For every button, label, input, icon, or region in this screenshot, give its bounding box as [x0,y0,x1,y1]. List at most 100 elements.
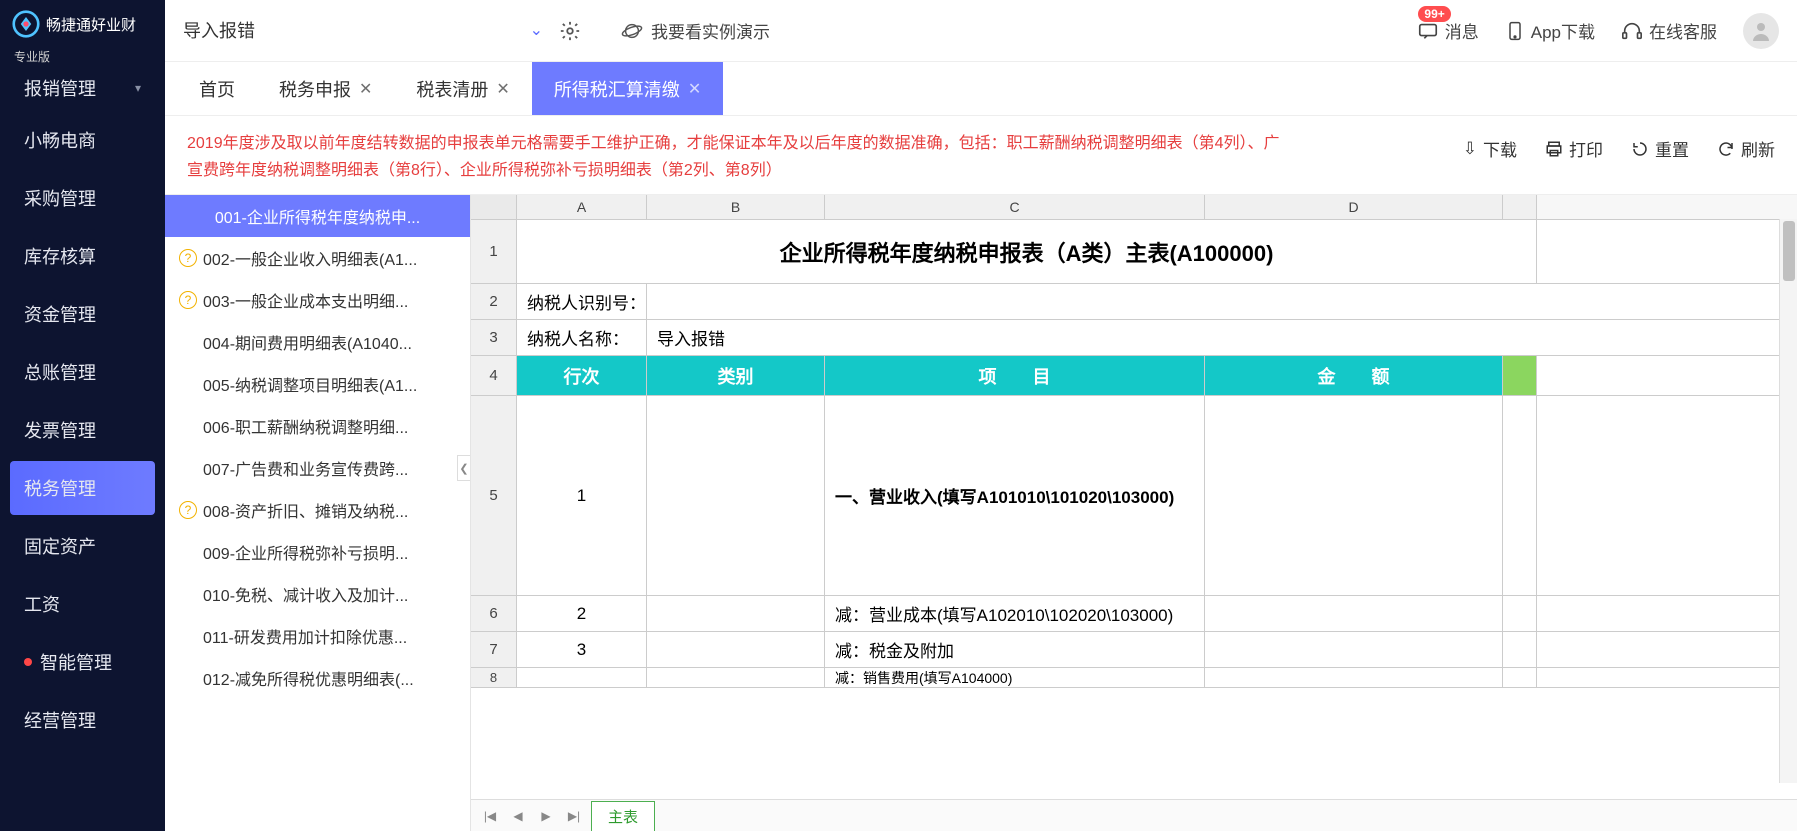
cell-amount-3[interactable] [1205,632,1503,667]
cell-extra-3[interactable] [1503,632,1537,667]
col-header-a[interactable]: A [517,195,647,219]
cell-line-1[interactable]: 1 [517,396,647,595]
row-header-8[interactable]: 8 [471,668,517,687]
cell-extra-1[interactable] [1503,396,1537,595]
close-icon[interactable]: ✕ [496,79,509,99]
cell-taxpayer-name-value[interactable]: 导入报错 [647,320,1797,355]
cell-amount-1[interactable] [1205,396,1503,595]
row-header-2[interactable]: 2 [471,284,517,319]
cell-taxpayer-id-label[interactable]: 纳税人识别号： [517,284,647,319]
reset-button[interactable]: 重置 [1631,136,1689,161]
sheet-tab-main[interactable]: 主表 [591,801,655,831]
cell-item-4[interactable]: 减：销售费用(填写A104000) [825,668,1205,687]
cell-category-merged[interactable] [647,396,825,595]
tab-tax-declare[interactable]: 税务申报✕ [257,62,394,115]
form-item-006[interactable]: 006-职工薪酬纳税调整明细... [165,405,470,447]
cell-taxpayer-name-label[interactable]: 纳税人名称： [517,320,647,355]
th-item: 项 目 [825,356,1205,395]
form-item-009[interactable]: 009-企业所得税弥补亏损明... [165,531,470,573]
warning-icon: ? [179,249,197,267]
row-header-4[interactable]: 4 [471,356,517,395]
select-all-corner[interactable] [471,195,517,219]
col-header-b[interactable]: B [647,195,825,219]
nav-item-salary[interactable]: 工资 [0,575,165,633]
row-header-5[interactable]: 5 [471,396,517,595]
col-header-d[interactable]: D [1205,195,1503,219]
nav-item-purchase[interactable]: 采购管理 [0,169,165,227]
sheet-nav-first[interactable]: |◀ [479,805,501,827]
cell-item-3[interactable]: 减：税金及附加 [825,632,1205,667]
collapse-handle[interactable]: ❮ [457,455,471,481]
download-button[interactable]: ⇩下载 [1463,136,1517,161]
sheet-nav-prev[interactable]: ◀ [507,805,529,827]
th-extra [1503,356,1537,395]
form-item-007[interactable]: 007-广告费和业务宣传费跨... [165,447,470,489]
th-amount: 金 额 [1205,356,1503,395]
gear-icon[interactable] [559,20,581,42]
nav-item-funds[interactable]: 资金管理 [0,285,165,343]
nav-item-inventory[interactable]: 库存核算 [0,227,165,285]
tab-tax-forms[interactable]: 税表清册✕ [394,62,531,115]
sheet-title[interactable]: 企业所得税年度纳税申报表（A类）主表(A100000) [517,220,1537,283]
warning-icon: ? [179,501,197,519]
cell-category-2[interactable] [647,596,825,631]
cell-item-1[interactable]: 一、营业收入(填写A101010\101020\103000) [825,396,1205,595]
cell-taxpayer-id-value[interactable] [647,284,1797,319]
close-icon[interactable]: ✕ [688,79,701,99]
chat-icon [1417,20,1439,42]
avatar[interactable] [1743,13,1779,49]
notice-text: 2019年度涉及取以前年度结转数据的申报表单元格需要手工维护正确，才能保证本年及… [187,130,1287,184]
cell-line-2[interactable]: 2 [517,596,647,631]
close-icon[interactable]: ✕ [359,79,372,99]
refresh-icon [1717,140,1735,158]
th-category: 类别 [647,356,825,395]
form-item-002[interactable]: ?002-一般企业收入明细表(A1... [165,237,470,279]
cell-line-3[interactable]: 3 [517,632,647,667]
cell-amount-2[interactable] [1205,596,1503,631]
tab-income-tax-settle[interactable]: 所得税汇算清缴✕ [532,62,723,115]
nav-item-smart[interactable]: 智能管理 [0,633,165,691]
nav-item-invoice[interactable]: 发票管理 [0,401,165,459]
col-header-c[interactable]: C [825,195,1205,219]
nav-item-tax[interactable]: 税务管理 [10,461,155,515]
customer-service-button[interactable]: 在线客服 [1621,18,1717,43]
form-item-008[interactable]: ?008-资产折旧、摊销及纳税... [165,489,470,531]
nav-item-operation[interactable]: 经营管理 [0,691,165,749]
form-item-004[interactable]: 004-期间费用明细表(A1040... [165,321,470,363]
row-header-1[interactable]: 1 [471,220,517,283]
search-input[interactable]: 导入报错 ⌄ [183,11,543,50]
tab-home[interactable]: 首页 [177,62,257,115]
nav-item-assets[interactable]: 固定资产 [0,517,165,575]
row-header-7[interactable]: 7 [471,632,517,667]
nav-partial-top[interactable]: 报销管理▾ [0,71,165,111]
print-button[interactable]: 打印 [1545,136,1603,161]
vertical-scrollbar[interactable] [1779,219,1797,783]
form-item-010[interactable]: 010-免税、减计收入及加计... [165,573,470,615]
nav-item-ledger[interactable]: 总账管理 [0,343,165,401]
demo-link[interactable]: 我要看实例演示 [621,18,770,43]
sheet-nav-next[interactable]: ▶ [535,805,557,827]
cell-line-4[interactable] [517,668,647,687]
form-item-003[interactable]: ?003-一般企业成本支出明细... [165,279,470,321]
refresh-button[interactable]: 刷新 [1717,136,1775,161]
form-item-012[interactable]: 012-减免所得税优惠明细表(... [165,657,470,699]
form-item-001[interactable]: 001-企业所得税年度纳税申... [165,195,470,237]
row-header-3[interactable]: 3 [471,320,517,355]
chevron-down-icon[interactable]: ⌄ [530,20,543,40]
phone-icon [1505,20,1525,42]
app-download-button[interactable]: App下载 [1505,18,1595,43]
row-header-6[interactable]: 6 [471,596,517,631]
form-item-005[interactable]: 005-纳税调整项目明细表(A1... [165,363,470,405]
cell-amount-4[interactable] [1205,668,1503,687]
nav-item-ecommerce[interactable]: 小畅电商 [0,111,165,169]
cell-item-2[interactable]: 减：营业成本(填写A102010\102020\103000) [825,596,1205,631]
cell-category-4[interactable] [647,668,825,687]
brand-logo-icon [12,10,40,38]
col-header-last[interactable] [1503,195,1537,219]
sheet-nav-last[interactable]: ▶| [563,805,585,827]
cell-extra-2[interactable] [1503,596,1537,631]
form-item-011[interactable]: 011-研发费用加计扣除优惠... [165,615,470,657]
messages-button[interactable]: 99+ 消息 [1417,18,1479,43]
cell-category-3[interactable] [647,632,825,667]
cell-extra-4[interactable] [1503,668,1537,687]
